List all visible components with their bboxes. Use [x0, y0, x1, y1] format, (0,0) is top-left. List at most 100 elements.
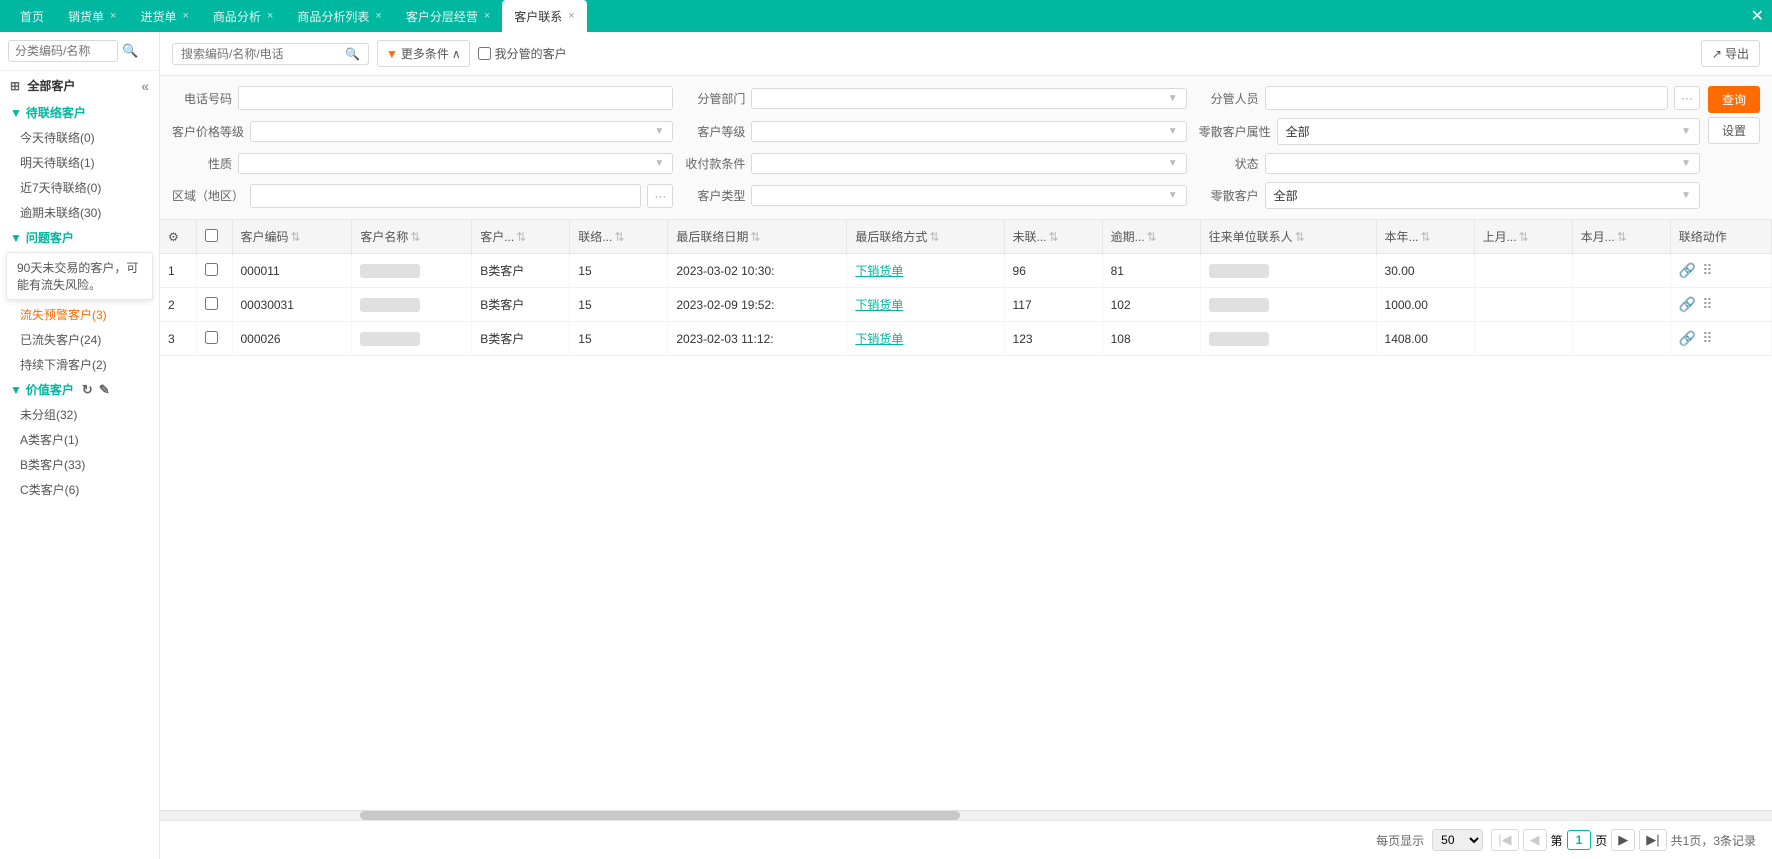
link-icon[interactable]: 🔗	[1679, 330, 1696, 347]
last-page-btn[interactable]: ▶|	[1639, 829, 1666, 851]
row-code: 000011	[232, 254, 352, 288]
tab-product-list[interactable]: 商品分析列表 ×	[285, 0, 393, 32]
tab-customer-contact[interactable]: 客户联系 ×	[502, 0, 586, 32]
row-last-way[interactable]: 下销货单	[847, 322, 1004, 356]
row-checkbox[interactable]	[196, 254, 232, 288]
pagination: 每页显示 50 100 200 |◀ ◀ 第 1 页 ▶ ▶| 共1页，3条记录	[160, 820, 1772, 859]
collapse-icon[interactable]: «	[141, 78, 149, 94]
first-page-btn[interactable]: |◀	[1491, 829, 1518, 851]
row-last-date: 2023-03-02 10:30:	[668, 254, 847, 288]
row-code: 000026	[232, 322, 352, 356]
search-input[interactable]	[181, 47, 341, 61]
grid-action-icon[interactable]: ⠿	[1702, 330, 1712, 347]
filter-zero-retail-attr: 零散客户属性 全部 ▼	[1199, 118, 1700, 145]
row-last-way[interactable]: 下销货单	[847, 288, 1004, 322]
sidebar-group-value[interactable]: ▼ 价值客户 ↻ ✎	[0, 377, 159, 402]
chevron-down-icon: ▼	[1168, 158, 1178, 169]
col-contact: 联络...⇅	[570, 220, 668, 254]
sidebar-group-pending[interactable]: ▼ 待联络客户	[0, 100, 159, 125]
my-customers-checkbox-label[interactable]: 我分管的客户	[478, 45, 567, 62]
chevron-down-icon: ▼	[1681, 190, 1691, 201]
tab-customer-tier[interactable]: 客户分层经营 ×	[394, 0, 502, 32]
row-checkbox[interactable]	[196, 288, 232, 322]
status-select[interactable]: ▼	[1265, 153, 1700, 174]
grid-action-icon[interactable]: ⠿	[1702, 296, 1712, 313]
next-page-btn[interactable]: ▶	[1611, 829, 1635, 851]
sidebar-item-today[interactable]: 今天待联络(0)	[0, 125, 159, 150]
scrollbar-thumb[interactable]	[360, 811, 960, 820]
more-icon[interactable]: ···	[647, 184, 673, 208]
filter-row-1: 电话号码 分管部门 ▼ 分管人员	[172, 86, 1700, 110]
expand-icon: ▼	[10, 383, 22, 397]
col-unlink: 未联...⇅	[1004, 220, 1102, 254]
sidebar-item-declining[interactable]: 持续下滑客户(2)	[0, 352, 159, 377]
close-icon[interactable]: ×	[484, 10, 490, 22]
sidebar-item-b-class[interactable]: B类客户(33)	[0, 452, 159, 477]
sidebar-item-ungrouoped[interactable]: 未分组(32)	[0, 402, 159, 427]
customer-type-select[interactable]: ▼	[751, 185, 1186, 206]
grid-icon: ⊞	[10, 79, 20, 93]
grid-action-icon[interactable]: ⠿	[1702, 262, 1712, 279]
prev-page-btn[interactable]: ◀	[1523, 829, 1547, 851]
select-all-checkbox[interactable]	[205, 229, 218, 242]
col-name: 客户名称⇅	[352, 220, 472, 254]
page-total: 共1页，3条记录	[1671, 832, 1756, 849]
query-button[interactable]: 查询	[1708, 86, 1760, 113]
sidebar-item-churn-warning[interactable]: 流失预警客户(3)	[0, 302, 159, 327]
more-icon[interactable]: ···	[1674, 86, 1700, 110]
close-icon[interactable]: ×	[182, 10, 188, 22]
sidebar-item-7days[interactable]: 近7天待联络(0)	[0, 175, 159, 200]
row-code: 00030031	[232, 288, 352, 322]
person-input[interactable]	[1265, 86, 1668, 110]
close-window-icon[interactable]: ✕	[1751, 6, 1764, 26]
close-icon[interactable]: ×	[110, 10, 116, 22]
tab-product-analysis[interactable]: 商品分析 ×	[201, 0, 285, 32]
sidebar-item-a-class[interactable]: A类客户(1)	[0, 427, 159, 452]
region-input[interactable]	[250, 184, 641, 208]
tab-sales[interactable]: 销货单 ×	[56, 0, 128, 32]
my-customers-checkbox[interactable]	[478, 47, 491, 60]
chevron-down-icon: ▼	[1681, 158, 1691, 169]
row-checkbox[interactable]	[196, 322, 232, 356]
edit-icon[interactable]: ✎	[99, 382, 110, 398]
col-settings[interactable]: ⚙	[160, 220, 196, 254]
gender-select[interactable]: ▼	[238, 153, 673, 174]
col-checkbox[interactable]	[196, 220, 232, 254]
dept-select[interactable]: ▼	[751, 88, 1186, 109]
more-conditions-btn[interactable]: ▼ 更多条件 ∧	[377, 40, 470, 67]
tab-bar: 首页 销货单 × 进货单 × 商品分析 × 商品分析列表 × 客户分层经营 × …	[0, 0, 1772, 32]
row-last-way[interactable]: 下销货单	[847, 254, 1004, 288]
sidebar-item-tomorrow[interactable]: 明天待联络(1)	[0, 150, 159, 175]
close-icon[interactable]: ×	[568, 10, 574, 22]
settings-button[interactable]: 设置	[1708, 117, 1760, 144]
table-header-row: ⚙ 客户编码⇅ 客户名称⇅ 客户...⇅ 联络...⇅ 最后联络日期⇅ 最后联络…	[160, 220, 1772, 254]
search-icon: 🔍	[122, 43, 138, 59]
payment-select[interactable]: ▼	[751, 153, 1186, 174]
close-icon[interactable]: ×	[375, 10, 381, 22]
tab-purchase[interactable]: 进货单 ×	[128, 0, 200, 32]
filter-dept: 分管部门 ▼	[685, 88, 1186, 109]
row-this-year: 1408.00	[1376, 322, 1474, 356]
row-index: 3	[160, 322, 196, 356]
export-btn[interactable]: ↗ 导出	[1701, 40, 1760, 67]
sidebar-item-overdue[interactable]: 逾期未联络(30)	[0, 200, 159, 225]
sidebar-search-input[interactable]	[8, 40, 118, 62]
sidebar-item-churned[interactable]: 已流失客户(24)	[0, 327, 159, 352]
phone-input[interactable]	[238, 86, 673, 110]
zero-retail-select[interactable]: 全部 ▼	[1265, 182, 1700, 209]
close-icon[interactable]: ×	[267, 10, 273, 22]
link-icon[interactable]: 🔗	[1679, 262, 1696, 279]
zero-retail-attr-select[interactable]: 全部 ▼	[1277, 118, 1700, 145]
customer-level-select[interactable]: ▼	[751, 121, 1186, 142]
all-customers-label[interactable]: ⊞ 全部客户 «	[0, 71, 159, 100]
tab-home[interactable]: 首页	[8, 0, 56, 32]
refresh-icon[interactable]: ↻	[82, 382, 93, 398]
page-size-select[interactable]: 50 100 200	[1432, 829, 1483, 851]
price-level-select[interactable]: ▼	[250, 121, 673, 142]
sidebar-group-problem[interactable]: ▼ 问题客户	[0, 225, 159, 250]
col-type: 客户...⇅	[472, 220, 570, 254]
row-action: 🔗 ⠿	[1670, 288, 1771, 322]
horizontal-scrollbar[interactable]	[160, 810, 1772, 820]
sidebar-item-c-class[interactable]: C类客户(6)	[0, 477, 159, 502]
link-icon[interactable]: 🔗	[1679, 296, 1696, 313]
